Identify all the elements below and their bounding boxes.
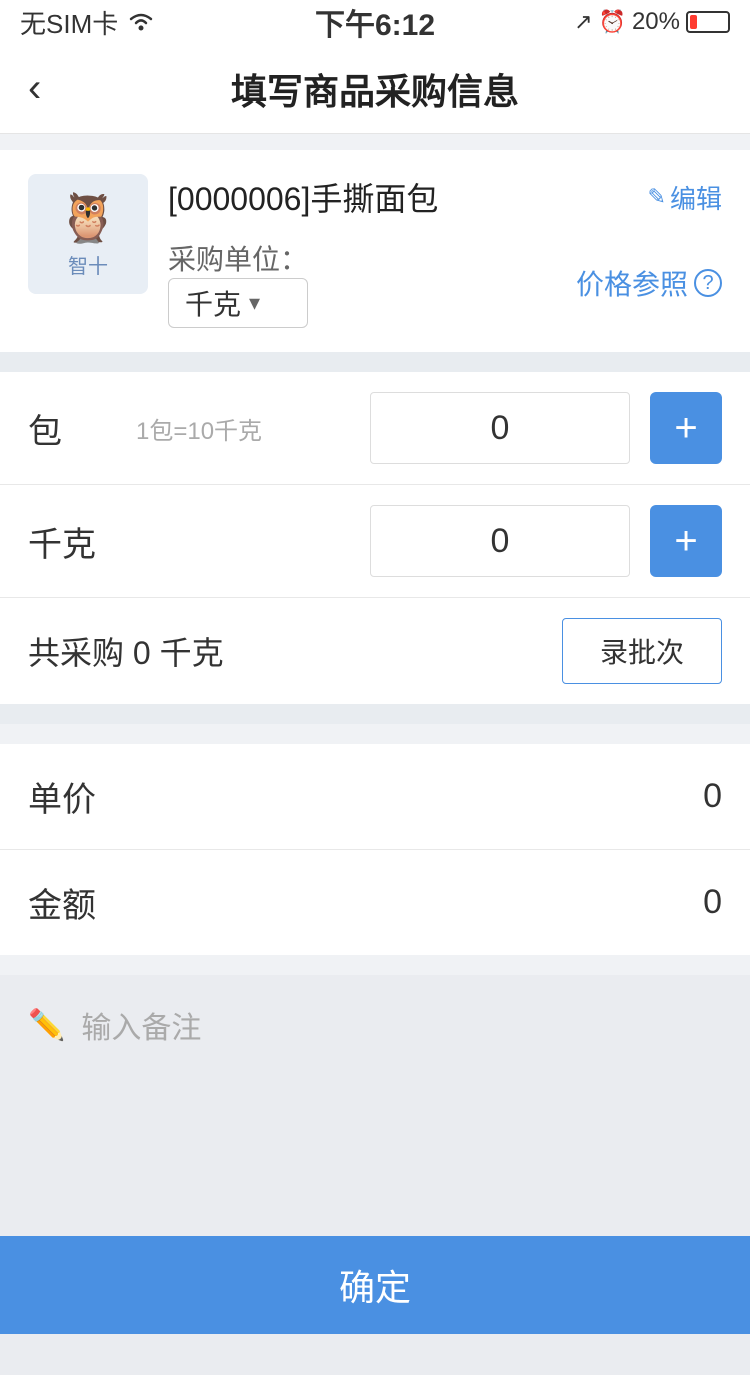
bag-input[interactable]: 0	[370, 392, 630, 464]
unit-price-row: 单价 0	[0, 744, 750, 850]
amount-label: 金额	[28, 878, 96, 927]
info-icon: ?	[694, 269, 722, 297]
bag-plus-button[interactable]: +	[650, 392, 722, 464]
batch-button[interactable]: 录批次	[562, 618, 722, 684]
kg-label: 千克	[28, 517, 108, 566]
edit-label: 编辑	[670, 179, 722, 216]
edit-icon: ✎	[648, 184, 666, 210]
amount-value: 0	[703, 883, 722, 922]
unit-price-value: 0	[703, 777, 722, 816]
unit-select[interactable]: 千克 ▾	[168, 278, 308, 328]
unit-label: 采购单位： 千克 ▾	[168, 238, 308, 328]
unit-price-label: 单价	[28, 772, 96, 821]
confirm-button[interactable]: 确定	[0, 1236, 750, 1334]
product-thumb-label: 智十	[68, 250, 108, 279]
status-right: ↗ ⏰ 20%	[574, 8, 730, 36]
pencil-icon: ✏️	[28, 1008, 65, 1043]
price-ref-label: 价格参照	[576, 263, 688, 303]
kg-plus-button[interactable]: +	[650, 505, 722, 577]
bag-sublabel: 1包=10千克	[136, 411, 262, 446]
kg-input[interactable]: 0	[370, 505, 630, 577]
remark-placeholder: 输入备注	[81, 1003, 201, 1047]
bag-input-row: 包 1包=10千克 0 +	[0, 372, 750, 485]
product-thumbnail: 🦉 智十	[28, 174, 148, 294]
summary-text: 共采购 0 千克	[28, 628, 224, 674]
divider-1	[0, 352, 750, 372]
product-name: [0000006]手撕面包	[168, 174, 438, 220]
product-owl-icon: 🦉	[58, 189, 118, 246]
battery-icon	[686, 11, 730, 33]
product-name-row: [0000006]手撕面包 ✎ 编辑	[168, 174, 722, 220]
input-section: 包 1包=10千克 0 + 千克 0 +	[0, 372, 750, 598]
back-button[interactable]: ‹	[28, 66, 41, 111]
price-ref-button[interactable]: 价格参照 ?	[576, 263, 722, 303]
location-icon: ↗	[574, 9, 592, 35]
product-info: [0000006]手撕面包 ✎ 编辑 采购单位： 千克 ▾ 价格参照 ?	[168, 174, 722, 328]
chevron-down-icon: ▾	[249, 290, 260, 316]
product-card: 🦉 智十 [0000006]手撕面包 ✎ 编辑 采购单位： 千克 ▾ 价格参照 …	[0, 150, 750, 352]
product-unit-row: 采购单位： 千克 ▾ 价格参照 ?	[168, 238, 722, 328]
page-title: 填写商品采购信息	[231, 63, 519, 115]
alarm-icon: ⏰	[599, 9, 626, 35]
amount-row: 金额 0	[0, 850, 750, 955]
edit-button[interactable]: ✎ 编辑	[648, 179, 722, 216]
unit-value: 千克	[185, 283, 241, 323]
status-left: 无SIM卡	[20, 4, 156, 41]
price-section: 单价 0 金额 0	[0, 744, 750, 955]
battery-pct: 20%	[632, 8, 680, 36]
wifi-icon	[126, 7, 156, 38]
signal-text: 无SIM卡	[20, 4, 118, 41]
status-time: 下午6:12	[315, 0, 435, 44]
kg-input-row: 千克 0 +	[0, 485, 750, 598]
divider-2	[0, 704, 750, 724]
summary-row: 共采购 0 千克 录批次	[0, 598, 750, 704]
remark-section[interactable]: ✏️ 输入备注	[0, 975, 750, 1075]
status-bar: 无SIM卡 下午6:12 ↗ ⏰ 20%	[0, 0, 750, 44]
nav-bar: ‹ 填写商品采购信息	[0, 44, 750, 134]
bag-label: 包	[28, 404, 108, 453]
